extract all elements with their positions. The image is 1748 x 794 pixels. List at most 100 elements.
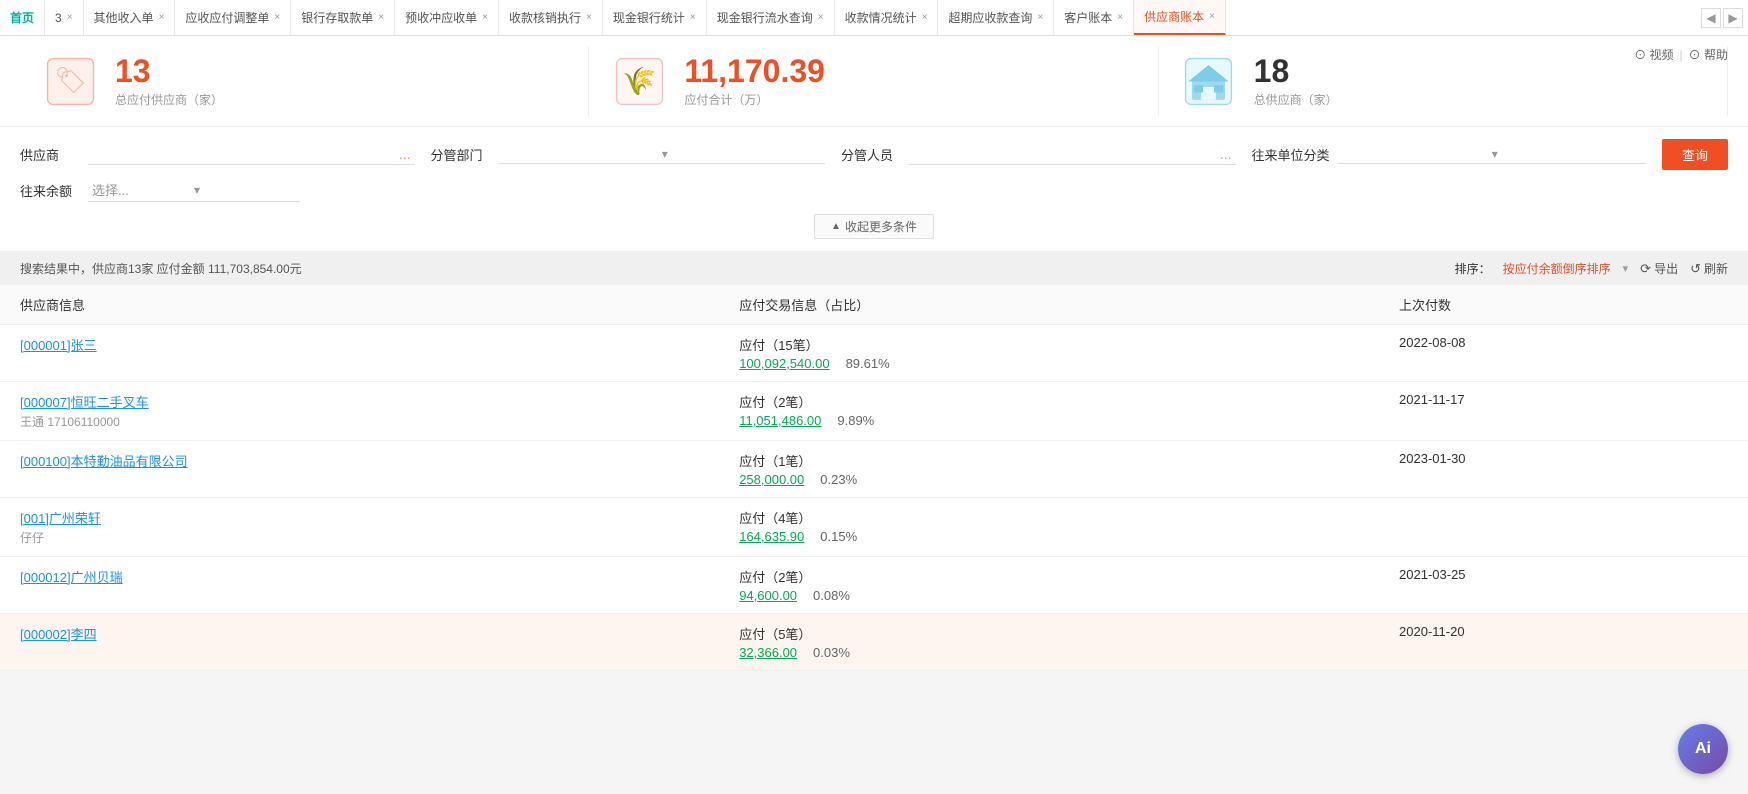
tx-amount[interactable]: 94,600.00 [739, 588, 797, 603]
total-suppliers-label: 总供应商（家） [1254, 91, 1338, 108]
close-tab-other-income[interactable]: × [159, 12, 165, 23]
nav-tab-bank-deposit[interactable]: 银行存取款单 × [291, 0, 395, 35]
close-tab-bank-deposit[interactable]: × [378, 12, 384, 23]
store-icon [1179, 51, 1239, 111]
nav-tab-cash-bank-flow[interactable]: 现金银行流水查询 × [707, 0, 835, 35]
tx-amount[interactable]: 164,635.90 [739, 529, 804, 544]
stat-total-suppliers-content: 18 总供应商（家） [1254, 55, 1338, 108]
top-nav: 首页 3 × 其他收入单 × 应收应付调整单 × 银行存取款单 × 预收冲应收单… [0, 0, 1748, 36]
supplier-info-cell: [000012]广州贝瑞 [0, 557, 719, 614]
ap-suppliers-label: 总应付供应商（家） [115, 91, 223, 108]
close-tab-supplier-ledger[interactable]: × [1209, 11, 1215, 22]
supplier-contact: 王通 17106110000 [20, 413, 699, 430]
dept-select[interactable]: ▾ [499, 145, 826, 164]
table-row: [000001]张三 应付（15笔）100,092,540.0089.61%202… [0, 325, 1748, 382]
stat-ap-amount-content: 11,170.39 应付合计（万） [684, 55, 825, 108]
person-dots[interactable]: ... [1220, 146, 1232, 162]
supplier-link[interactable]: [000100]本特勤油品有限公司 [20, 454, 188, 469]
supplier-info-cell: [000100]本特勤油品有限公司 [0, 441, 719, 498]
tx-label: 应付（2笔） [739, 392, 1359, 411]
close-tab-overdue-ar[interactable]: × [1037, 12, 1043, 23]
refresh-label: 刷新 [1704, 260, 1728, 277]
supplier-link[interactable]: [001]广州荣轩 [20, 511, 101, 526]
person-input-wrap[interactable]: ... [909, 144, 1236, 165]
tx-amount[interactable]: 100,092,540.00 [739, 356, 829, 371]
tx-info-cell: 应付（15笔）100,092,540.0089.61% [719, 325, 1379, 382]
tx-amount[interactable]: 32,366.00 [739, 645, 797, 660]
col-supplier-info: 供应商信息 [0, 285, 719, 325]
nav-tab-other-income[interactable]: 其他收入单 × [84, 0, 176, 35]
nav-tab-receipt-writeoff[interactable]: 收款核销执行 × [499, 0, 603, 35]
supplier-link[interactable]: [000007]恒旺二手叉车 [20, 395, 149, 410]
supplier-link[interactable]: [000002]李四 [20, 627, 97, 642]
supplier-input-wrap[interactable]: ... [88, 144, 415, 165]
nav-tab-3[interactable]: 3 × [45, 0, 84, 35]
close-tab-receipt-stat[interactable]: × [922, 12, 928, 23]
supplier-info-cell: [000002]李四 [0, 614, 719, 671]
supplier-link[interactable]: [000012]广州贝瑞 [20, 570, 123, 585]
balance-placeholder: 选择... [92, 180, 194, 199]
filter-supplier: 供应商 ... [20, 144, 415, 165]
dept-chevron-icon: ▾ [662, 147, 821, 161]
table-row: [000007]恒旺二手叉车王通 17106110000 应付（2笔） 11,051… [0, 382, 1748, 441]
nav-tab-prepaid-ar[interactable]: 预收冲应收单 × [395, 0, 499, 35]
tx-info-cell: 应付（4笔）164,635.900.15% [719, 498, 1379, 557]
ai-badge[interactable]: Ai [1678, 724, 1728, 774]
supplier-link[interactable]: [000001]张三 [20, 338, 97, 353]
collapse-btn-area: ▲ 收起更多条件 [20, 210, 1728, 243]
nav-arrow-left[interactable]: ◀ [1701, 8, 1721, 28]
video-link[interactable]: ⊙ 视频 [1634, 46, 1673, 63]
supplier-info-cell: [001]广州荣轩仔仔 [0, 498, 719, 557]
tx-amount[interactable]: 258,000.00 [739, 472, 804, 487]
export-button[interactable]: ⟳ 导出 [1640, 260, 1678, 277]
close-tab-cash-bank-flow[interactable]: × [818, 12, 824, 23]
refresh-icon: ↺ [1690, 261, 1701, 277]
nav-tab-cash-bank-stat[interactable]: 现金银行统计 × [603, 0, 707, 35]
supplier-info-cell: [000001]张三 [0, 325, 719, 382]
tx-amount-row: 32,366.00 0.03% [739, 645, 1359, 660]
stat-total-ap-suppliers: 🏷 13 总应付供应商（家） [20, 46, 589, 116]
close-tab-3[interactable]: × [67, 12, 73, 23]
grain-icon: 🌾 [609, 51, 669, 111]
ap-amount-label: 应付合计（万） [684, 91, 825, 108]
nav-tab-supplier-ledger[interactable]: 供应商账本 × [1134, 0, 1226, 35]
close-tab-receipt-writeoff[interactable]: × [586, 12, 592, 23]
collapse-button[interactable]: ▲ 收起更多条件 [814, 214, 934, 239]
person-input[interactable] [913, 147, 1220, 162]
close-tab-prepaid-ar[interactable]: × [482, 12, 488, 23]
filter-category: 往来单位分类 ▾ [1252, 145, 1647, 164]
link-separator: | [1680, 48, 1683, 62]
nav-tab-customer-ledger[interactable]: 客户账本 × [1054, 0, 1134, 35]
close-tab-ar-ap-adj[interactable]: × [274, 12, 280, 23]
supplier-table-container: 供应商信息 应付交易信息（占比） 上次付数 [000001]张三应付（15笔）1… [0, 285, 1748, 671]
dept-label: 分管部门 [431, 145, 491, 164]
last-payment-cell: 2022-08-08 [1379, 325, 1748, 382]
supplier-info-cell: [000007]恒旺二手叉车王通 17106110000 [0, 382, 719, 441]
close-tab-cash-bank-stat[interactable]: × [690, 12, 696, 23]
nav-tab-receipt-stat[interactable]: 收款情况统计 × [835, 0, 939, 35]
tx-pct: 0.15% [820, 529, 857, 544]
table-row: [000100]本特勤油品有限公司应付（1笔）258,000.000.23%20… [0, 441, 1748, 498]
help-link[interactable]: ⊙ 帮助 [1689, 46, 1728, 63]
balance-select[interactable]: 选择... ▾ [88, 178, 300, 202]
table-row: [000002]李四应付（5笔）32,366.000.03%2020-11-20 [0, 614, 1748, 671]
nav-tab-ar-ap-adj[interactable]: 应收应付调整单 × [175, 0, 291, 35]
nav-tab-overdue-ar[interactable]: 超期应收款查询 × [938, 0, 1054, 35]
nav-tab-home[interactable]: 首页 [0, 0, 45, 35]
close-tab-customer-ledger[interactable]: × [1117, 12, 1123, 23]
nav-arrow-right[interactable]: ▶ [1723, 8, 1743, 28]
collapse-label: 收起更多条件 [845, 218, 917, 235]
supplier-contact: 仔仔 [20, 529, 699, 546]
tx-pct: 0.03% [813, 645, 850, 660]
header-stats: 🏷 13 总应付供应商（家） 🌾 11,170.39 应付合计（万） [0, 36, 1748, 127]
query-button[interactable]: 查询 [1662, 139, 1728, 170]
svg-text:🏷: 🏷 [54, 66, 87, 94]
tx-amount[interactable]: 11,051,486.00 [739, 413, 821, 428]
refresh-button[interactable]: ↺ 刷新 [1690, 260, 1728, 277]
category-select[interactable]: ▾ [1338, 145, 1646, 164]
supplier-dots[interactable]: ... [399, 146, 411, 162]
sort-select[interactable]: 按应付余额倒序排序 [1503, 260, 1611, 277]
supplier-input[interactable] [92, 147, 399, 162]
col-tx-info: 应付交易信息（占比） [719, 285, 1379, 325]
tx-pct: 0.23% [820, 472, 857, 487]
